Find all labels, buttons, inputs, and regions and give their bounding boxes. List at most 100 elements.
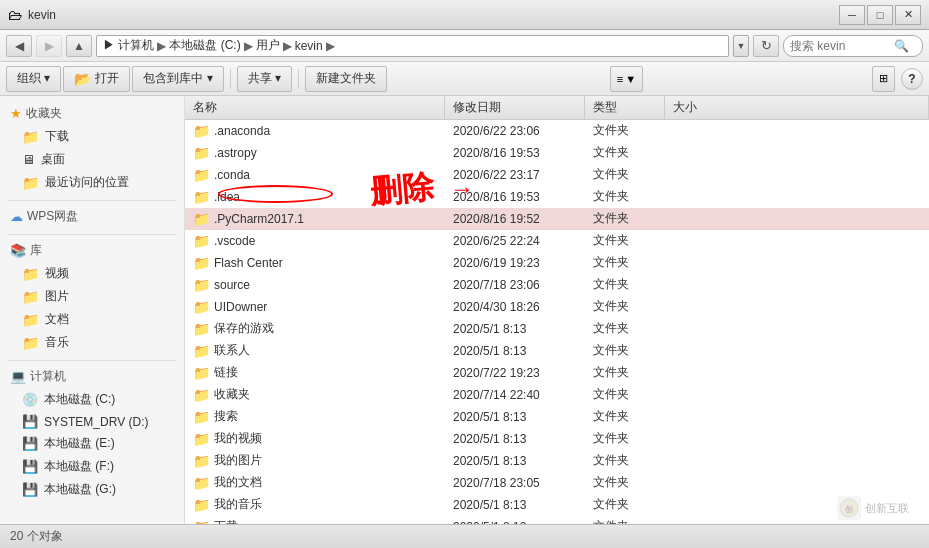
open-button[interactable]: 📂 打开 [63, 66, 130, 92]
help-button[interactable]: ? [901, 68, 923, 90]
wps-header[interactable]: ☁ WPS网盘 [0, 205, 184, 228]
wps-section: ☁ WPS网盘 [0, 205, 184, 228]
organize-button[interactable]: 组织 ▾ [6, 66, 61, 92]
sidebar-item-label: 视频 [45, 265, 69, 282]
minimize-button[interactable]: ─ [839, 5, 865, 25]
new-folder-button[interactable]: 新建文件夹 [305, 66, 387, 92]
file-row[interactable]: 📁 我的图片 2020/5/1 8:13 文件夹 [185, 450, 929, 472]
file-cell-date: 2020/7/22 19:23 [445, 362, 585, 383]
sidebar-item-label: 本地磁盘 (E:) [44, 435, 115, 452]
favorites-section: ★ 收藏夹 📁 下载 🖥 桌面 📁 最近访问的位置 [0, 102, 184, 194]
file-row[interactable]: 📁 .conda 2020/6/22 23:17 文件夹 [185, 164, 929, 186]
file-name: 搜索 [214, 408, 238, 425]
file-name: .astropy [214, 146, 257, 160]
back-button[interactable]: ◀ [6, 35, 32, 57]
sidebar-item-downloads[interactable]: 📁 下载 [0, 125, 184, 148]
sidebar-item-g-drive[interactable]: 💾 本地磁盘 (G:) [0, 478, 184, 501]
file-cell-type: 文件夹 [585, 164, 665, 185]
status-text: 20 个对象 [10, 528, 63, 545]
file-row[interactable]: 📁 Flash Center 2020/6/19 19:23 文件夹 [185, 252, 929, 274]
sidebar-item-d-drive[interactable]: 💾 SYSTEM_DRV (D:) [0, 411, 184, 432]
file-name: .conda [214, 168, 250, 182]
path-segment-c[interactable]: 本地磁盘 (C:) [169, 37, 240, 54]
view-size-button[interactable]: ⊞ [872, 66, 895, 92]
sidebar-item-music[interactable]: 📁 音乐 [0, 331, 184, 354]
search-input[interactable] [790, 39, 890, 53]
file-cell-type: 文件夹 [585, 384, 665, 405]
file-row[interactable]: 📁 收藏夹 2020/7/14 22:40 文件夹 [185, 384, 929, 406]
file-cell-name: 📁 搜索 [185, 406, 445, 427]
file-row[interactable]: 📁 我的视频 2020/5/1 8:13 文件夹 [185, 428, 929, 450]
file-list[interactable]: 📁 .anaconda 2020/6/22 23:06 文件夹 📁 .astro… [185, 120, 929, 524]
view-button[interactable]: ≡ ▼ [610, 66, 643, 92]
computer-header[interactable]: 💻 计算机 [0, 365, 184, 388]
file-row[interactable]: 📁 .PyCharm2017.1 2020/8/16 19:52 文件夹 [185, 208, 929, 230]
file-row[interactable]: 📁 搜索 2020/5/1 8:13 文件夹 [185, 406, 929, 428]
refresh-button[interactable]: ↻ [753, 35, 779, 57]
address-dropdown[interactable]: ▼ [733, 35, 749, 57]
sidebar-item-video[interactable]: 📁 视频 [0, 262, 184, 285]
close-button[interactable]: ✕ [895, 5, 921, 25]
col-header-date[interactable]: 修改日期 [445, 96, 585, 119]
sidebar-item-pictures[interactable]: 📁 图片 [0, 285, 184, 308]
file-row[interactable]: 📁 UIDowner 2020/4/30 18:26 文件夹 [185, 296, 929, 318]
library-header[interactable]: 📚 库 [0, 239, 184, 262]
favorites-header[interactable]: ★ 收藏夹 [0, 102, 184, 125]
file-row[interactable]: 📁 .anaconda 2020/6/22 23:06 文件夹 [185, 120, 929, 142]
sidebar-item-f-drive[interactable]: 💾 本地磁盘 (F:) [0, 455, 184, 478]
file-row[interactable]: 📁 .astropy 2020/8/16 19:53 文件夹 [185, 142, 929, 164]
file-cell-type: 文件夹 [585, 362, 665, 383]
file-cell-date: 2020/7/18 23:06 [445, 274, 585, 295]
path-segment-computer[interactable]: ▶ 计算机 [103, 37, 154, 54]
file-row[interactable]: 📁 .idea 2020/8/16 19:53 文件夹 [185, 186, 929, 208]
file-row[interactable]: 📁 我的文档 2020/7/18 23:05 文件夹 [185, 472, 929, 494]
file-cell-date: 2020/5/1 8:13 [445, 428, 585, 449]
file-row[interactable]: 📁 联系人 2020/5/1 8:13 文件夹 [185, 340, 929, 362]
library-label: 库 [30, 242, 42, 259]
folder-icon: 📁 [193, 167, 210, 183]
file-cell-size [665, 252, 929, 273]
search-box[interactable]: 🔍 [783, 35, 923, 57]
file-row[interactable]: 📁 保存的游戏 2020/5/1 8:13 文件夹 [185, 318, 929, 340]
col-header-name[interactable]: 名称 [185, 96, 445, 119]
maximize-button[interactable]: □ [867, 5, 893, 25]
sidebar-item-label: 下载 [45, 128, 69, 145]
file-name: 下载 [214, 518, 238, 524]
col-header-size[interactable]: 大小 [665, 96, 929, 119]
sidebar-item-recent[interactable]: 📁 最近访问的位置 [0, 171, 184, 194]
file-cell-date: 2020/6/19 19:23 [445, 252, 585, 273]
share-button[interactable]: 共享 ▾ [237, 66, 292, 92]
path-segment-kevin[interactable]: kevin [295, 39, 323, 53]
sidebar-item-documents[interactable]: 📁 文档 [0, 308, 184, 331]
file-row[interactable]: 📁 我的音乐 2020/5/1 8:13 文件夹 [185, 494, 929, 516]
col-header-type[interactable]: 类型 [585, 96, 665, 119]
search-icon[interactable]: 🔍 [894, 39, 909, 53]
address-path[interactable]: ▶ 计算机 ▶ 本地磁盘 (C:) ▶ 用户 ▶ kevin ▶ [96, 35, 729, 57]
computer-label: 计算机 [30, 368, 66, 385]
sidebar-item-label: 桌面 [41, 151, 65, 168]
path-segment-users[interactable]: 用户 [256, 37, 280, 54]
file-cell-date: 2020/4/30 18:26 [445, 296, 585, 317]
folder-icon: 📁 [193, 453, 210, 469]
file-cell-type: 文件夹 [585, 252, 665, 273]
folder-icon: 📁 [193, 431, 210, 447]
title-bar-left: 🗁 kevin [8, 7, 56, 23]
file-cell-type: 文件夹 [585, 428, 665, 449]
sidebar-item-label: 本地磁盘 (C:) [44, 391, 115, 408]
file-row[interactable]: 📁 source 2020/7/18 23:06 文件夹 [185, 274, 929, 296]
sidebar-item-e-drive[interactable]: 💾 本地磁盘 (E:) [0, 432, 184, 455]
file-row[interactable]: 📁 下载 2020/5/1 8:13 文件夹 [185, 516, 929, 524]
toolbar-separator [230, 69, 231, 89]
file-row[interactable]: 📁 .vscode 2020/6/25 22:24 文件夹 [185, 230, 929, 252]
file-cell-date: 2020/8/16 19:52 [445, 208, 585, 229]
file-cell-name: 📁 .PyCharm2017.1 [185, 208, 445, 229]
sidebar-item-desktop[interactable]: 🖥 桌面 [0, 148, 184, 171]
video-icon: 📁 [22, 266, 39, 282]
file-cell-date: 2020/7/14 22:40 [445, 384, 585, 405]
file-cell-type: 文件夹 [585, 318, 665, 339]
sidebar-item-c-drive[interactable]: 💿 本地磁盘 (C:) [0, 388, 184, 411]
up-button[interactable]: ▲ [66, 35, 92, 57]
include-button[interactable]: 包含到库中 ▾ [132, 66, 223, 92]
file-row[interactable]: 📁 链接 2020/7/22 19:23 文件夹 [185, 362, 929, 384]
forward-button[interactable]: ▶ [36, 35, 62, 57]
